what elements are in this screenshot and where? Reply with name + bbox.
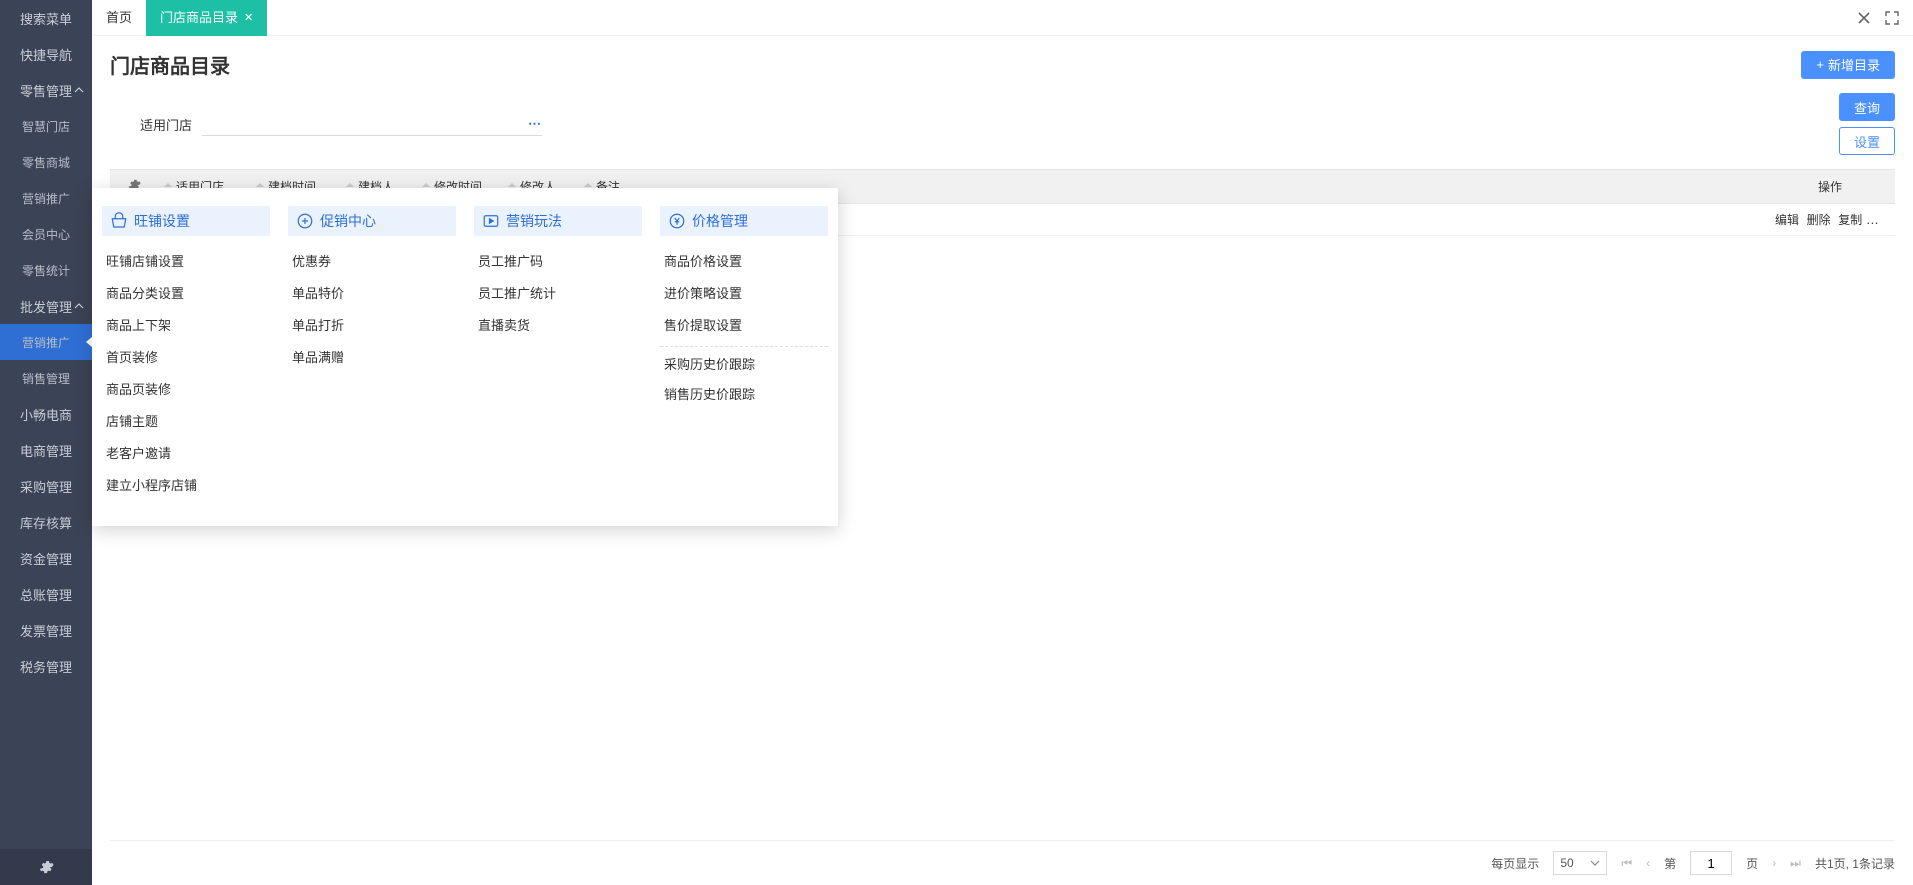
cell-ops: 编辑 删除 复制 查看 <box>1765 204 1895 236</box>
sidebar-group-funds[interactable]: 资金管理 <box>0 540 92 576</box>
tab-home[interactable]: 首页 <box>92 0 146 36</box>
sidebar-group-tax[interactable]: 税务管理 <box>0 648 92 684</box>
popover-item[interactable]: 员工推广码 <box>474 246 642 278</box>
popover-col-header: 促销中心 <box>288 206 456 236</box>
popover-col-shop-settings: 旺铺设置 旺铺店铺设置 商品分类设置 商品上下架 首页装修 商品页装修 店铺主题… <box>102 206 270 502</box>
store-filter-input[interactable]: ⋯ <box>202 112 542 136</box>
sidebar-search-menu[interactable]: 搜索菜单 <box>0 0 92 36</box>
settings-button[interactable]: 设置 <box>1839 127 1895 155</box>
sidebar-group-label: 零售管理 <box>20 81 72 100</box>
popover-item[interactable]: 单品满赠 <box>288 342 456 374</box>
popover-item[interactable]: 销售历史价跟踪 <box>660 379 828 411</box>
sidebar-group-invoice[interactable]: 发票管理 <box>0 612 92 648</box>
sidebar-item-member-center[interactable]: 会员中心 <box>0 216 92 252</box>
price-icon <box>668 212 686 230</box>
popover-item[interactable]: 优惠券 <box>288 246 456 278</box>
caret-up-icon <box>74 301 84 311</box>
query-button[interactable]: 查询 <box>1839 93 1895 121</box>
sidebar-group-xiaochang[interactable]: 小畅电商 <box>0 396 92 432</box>
sidebar-item-wholesale-marketing[interactable]: 营销推广 <box>0 324 92 360</box>
promo-icon <box>296 212 314 230</box>
popover-item[interactable]: 单品打折 <box>288 310 456 342</box>
marketing-popover: 旺铺设置 旺铺店铺设置 商品分类设置 商品上下架 首页装修 商品页装修 店铺主题… <box>92 188 838 526</box>
popover-col-price-mgmt: 价格管理 商品价格设置 进价策略设置 售价提取设置 采购历史价跟踪 销售历史价跟… <box>660 206 828 502</box>
popover-item[interactable]: 员工推广统计 <box>474 278 642 310</box>
popover-item[interactable]: 旺铺店铺设置 <box>102 246 270 278</box>
popover-col-promo-center: 促销中心 优惠券 单品特价 单品打折 单品满赠 <box>288 206 456 502</box>
pagination-bar: 每页显示 50 ⏮ ‹ 第 页 › ⏭ 共1页, 1条记录 <box>110 840 1895 875</box>
chevron-down-icon <box>1590 858 1600 868</box>
sidebar-group-ecommerce[interactable]: 电商管理 <box>0 432 92 468</box>
store-filter-field: 适用门店 ⋯ <box>140 112 542 136</box>
page-input[interactable] <box>1690 851 1732 875</box>
popover-col-marketing-play: 营销玩法 员工推广码 员工推广统计 直播卖货 <box>474 206 642 502</box>
tab-label: 门店商品目录 <box>160 0 238 36</box>
sidebar-settings[interactable] <box>0 849 92 885</box>
sidebar-item-retail-mall[interactable]: 零售商城 <box>0 144 92 180</box>
op-copy[interactable]: 复制 <box>1838 213 1862 227</box>
sidebar-group-procure[interactable]: 采购管理 <box>0 468 92 504</box>
page-summary: 共1页, 1条记录 <box>1815 855 1895 872</box>
op-delete[interactable]: 删除 <box>1807 213 1831 227</box>
popover-item[interactable]: 售价提取设置 <box>660 310 828 342</box>
tabs-row: 首页 门店商品目录 ✕ <box>92 0 1913 36</box>
popover-item[interactable]: 建立小程序店铺 <box>102 470 270 502</box>
popover-col-header: 价格管理 <box>660 206 828 236</box>
sidebar-group-inventory[interactable]: 库存核算 <box>0 504 92 540</box>
pager-prev[interactable]: ‹ <box>1646 856 1650 870</box>
sidebar-item-retail-marketing[interactable]: 营销推广 <box>0 180 92 216</box>
sidebar: 搜索菜单 快捷导航 零售管理 智慧门店 零售商城 营销推广 会员中心 零售统计 … <box>0 0 92 885</box>
popover-item[interactable]: 商品分类设置 <box>102 278 270 310</box>
sidebar-group-ledger[interactable]: 总账管理 <box>0 576 92 612</box>
popover-item[interactable]: 采购历史价跟踪 <box>660 346 828 379</box>
page-title: 门店商品目录 <box>110 50 230 79</box>
tabs-close-all-icon[interactable] <box>1857 11 1871 25</box>
op-view[interactable]: 查看 <box>1870 213 1894 227</box>
sidebar-group-retail[interactable]: 零售管理 <box>0 72 92 108</box>
page-header: 门店商品目录 + 新增目录 <box>92 36 1913 89</box>
close-icon[interactable]: ✕ <box>244 0 253 36</box>
sidebar-quicknav[interactable]: 快捷导航 <box>0 36 92 72</box>
page-word-post: 页 <box>1746 855 1758 872</box>
sidebar-group-wholesale[interactable]: 批发管理 <box>0 288 92 324</box>
plus-icon: + <box>1816 57 1824 72</box>
sidebar-group-label: 批发管理 <box>20 297 72 316</box>
sidebar-item-smart-store[interactable]: 智慧门店 <box>0 108 92 144</box>
per-page-label: 每页显示 <box>1491 855 1539 872</box>
popover-item[interactable]: 单品特价 <box>288 278 456 310</box>
marketing-icon <box>482 212 500 230</box>
popover-item[interactable]: 商品上下架 <box>102 310 270 342</box>
sidebar-item-sales-mgmt[interactable]: 销售管理 <box>0 360 92 396</box>
popover-item[interactable]: 店铺主题 <box>102 406 270 438</box>
shop-icon <box>110 212 128 230</box>
popover-item[interactable]: 老客户邀请 <box>102 438 270 470</box>
op-edit[interactable]: 编辑 <box>1775 213 1799 227</box>
sidebar-item-retail-stats[interactable]: 零售统计 <box>0 252 92 288</box>
fullscreen-icon[interactable] <box>1885 11 1899 25</box>
pager-next[interactable]: › <box>1772 856 1776 870</box>
popover-item[interactable]: 进价策略设置 <box>660 278 828 310</box>
pager-last[interactable]: ⏭ <box>1790 856 1801 871</box>
main-area: 首页 门店商品目录 ✕ 门店商品目录 + 新增目录 <box>92 0 1913 885</box>
add-catalog-button[interactable]: + 新增目录 <box>1801 51 1895 79</box>
filter-row: 适用门店 ⋯ 查询 设置 <box>92 89 1913 169</box>
pager-first[interactable]: ⏮ <box>1621 856 1632 871</box>
popover-col-header: 旺铺设置 <box>102 206 270 236</box>
col-ops: 操作 <box>1765 170 1895 204</box>
more-icon[interactable]: ⋯ <box>528 116 542 132</box>
caret-up-icon <box>74 85 84 95</box>
gear-icon <box>38 859 54 875</box>
tab-store-catalog[interactable]: 门店商品目录 ✕ <box>146 0 267 36</box>
page-word-pre: 第 <box>1664 855 1676 872</box>
popover-item[interactable]: 商品页装修 <box>102 374 270 406</box>
popover-col-header: 营销玩法 <box>474 206 642 236</box>
popover-item[interactable]: 商品价格设置 <box>660 246 828 278</box>
store-filter-label: 适用门店 <box>140 115 192 134</box>
popover-item[interactable]: 首页装修 <box>102 342 270 374</box>
sidebar-item-label: 营销推广 <box>22 334 70 351</box>
per-page-select[interactable]: 50 <box>1553 851 1607 875</box>
button-label: 新增目录 <box>1828 55 1880 74</box>
popover-item[interactable]: 直播卖货 <box>474 310 642 342</box>
